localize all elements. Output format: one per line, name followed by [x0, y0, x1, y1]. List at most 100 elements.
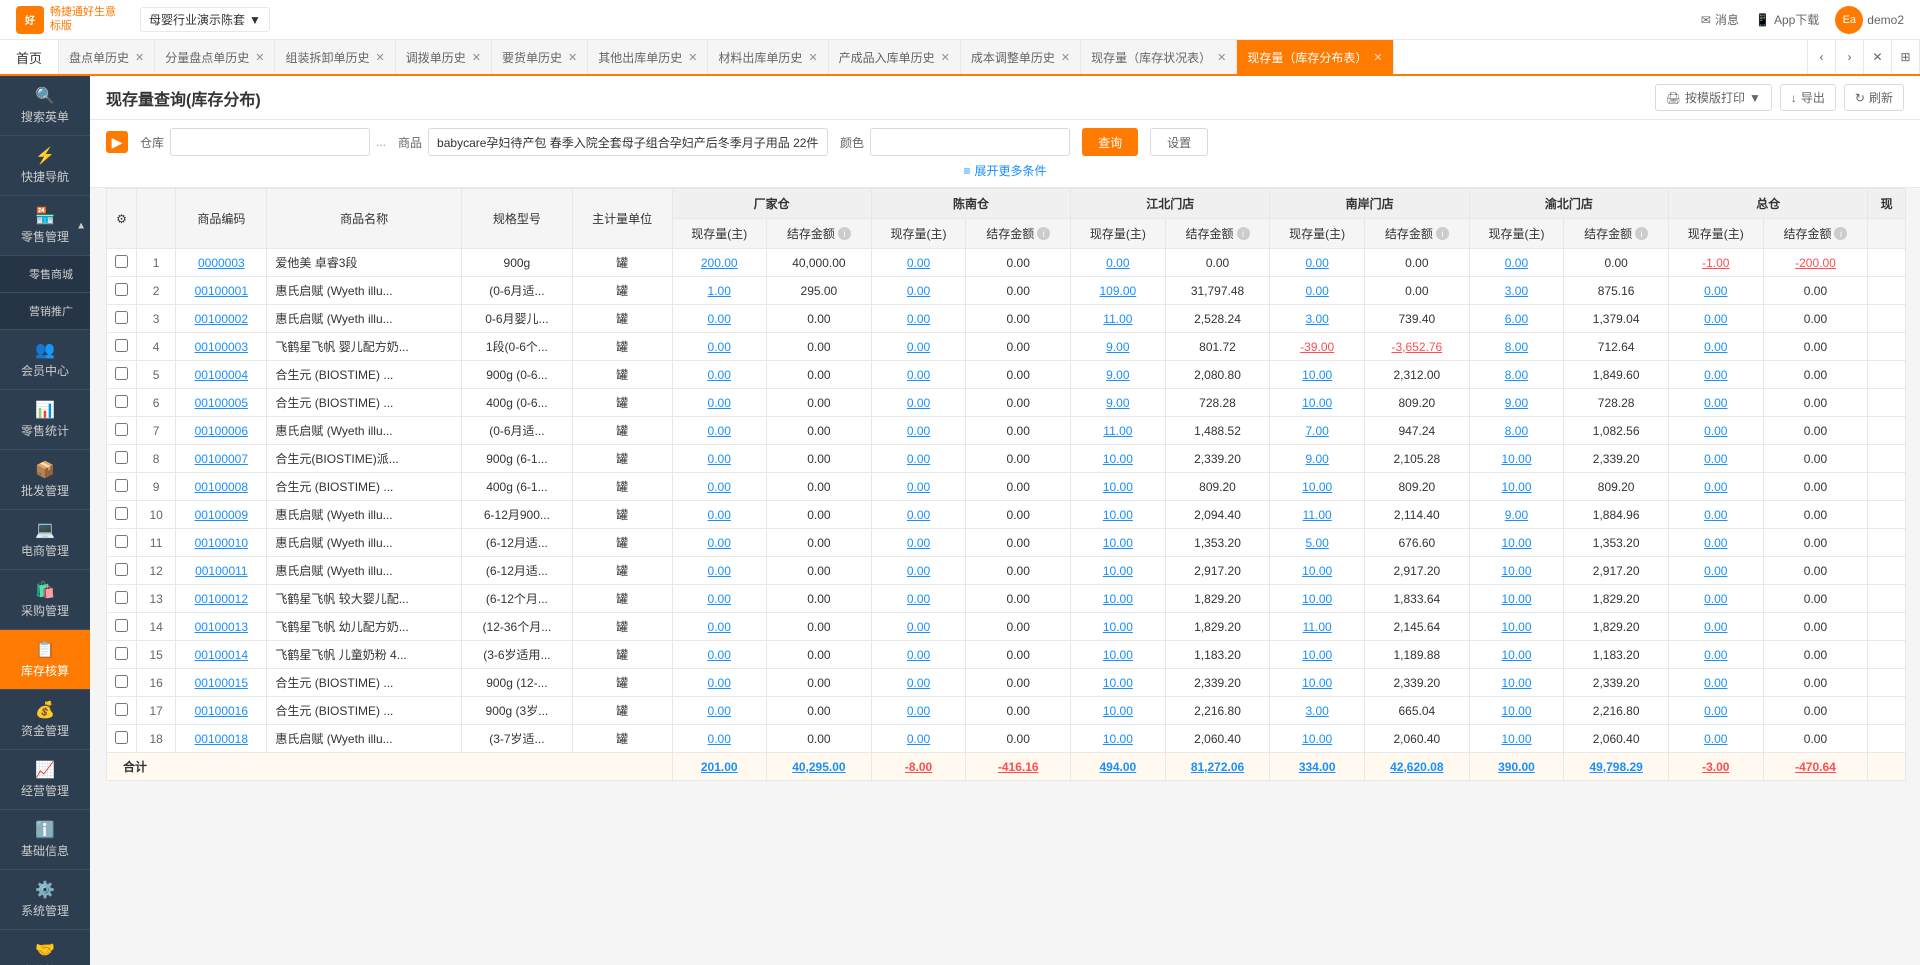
- tab-next-btn[interactable]: ›: [1836, 40, 1864, 75]
- row-chennan-qty-18[interactable]: 0.00: [871, 725, 965, 753]
- row-factory-qty-17[interactable]: 0.00: [672, 697, 766, 725]
- sidebar-item-purchase[interactable]: 🛍️ 采购管理: [0, 570, 90, 630]
- row-code-18[interactable]: 00100018: [176, 725, 267, 753]
- tab-close-btn[interactable]: ✕: [1864, 40, 1892, 75]
- row-total-qty-17[interactable]: 0.00: [1669, 697, 1763, 725]
- row-total-qty-11[interactable]: 0.00: [1669, 529, 1763, 557]
- row-yuubei-qty-3[interactable]: 6.00: [1469, 305, 1563, 333]
- row-factory-qty-14[interactable]: 0.00: [672, 613, 766, 641]
- row-chennan-qty-6[interactable]: 0.00: [871, 389, 965, 417]
- row-chennan-qty-16[interactable]: 0.00: [871, 669, 965, 697]
- row-checkbox-5[interactable]: [107, 361, 137, 389]
- settings-col-header[interactable]: ⚙: [107, 189, 137, 249]
- row-code-5[interactable]: 00100004: [176, 361, 267, 389]
- row-factory-qty-11[interactable]: 0.00: [672, 529, 766, 557]
- row-jiangbei-qty-10[interactable]: 10.00: [1071, 501, 1165, 529]
- row-yuubei-qty-9[interactable]: 10.00: [1469, 473, 1563, 501]
- sidebar-item-marketing[interactable]: 营销推广: [0, 293, 90, 330]
- tab-item-8[interactable]: 产成品入库单历史 ✕: [829, 40, 961, 75]
- row-code-6[interactable]: 00100005: [176, 389, 267, 417]
- tab-item-3[interactable]: 组装拆卸单历史 ✕: [275, 40, 395, 75]
- color-input[interactable]: [870, 128, 1070, 156]
- row-chennan-qty-15[interactable]: 0.00: [871, 641, 965, 669]
- summary-factory-amt[interactable]: 40,295.00: [766, 753, 871, 781]
- refresh-button[interactable]: ↻ 刷新: [1844, 84, 1904, 111]
- sidebar-item-basic[interactable]: ℹ️ 基础信息: [0, 810, 90, 870]
- row-chennan-qty-3[interactable]: 0.00: [871, 305, 965, 333]
- tab-item-2[interactable]: 分量盘点单历史 ✕: [155, 40, 275, 75]
- row-nanqi-qty-6[interactable]: 10.00: [1270, 389, 1364, 417]
- export-button[interactable]: ↓ 导出: [1780, 84, 1836, 111]
- row-code-13[interactable]: 00100012: [176, 585, 267, 613]
- user-area[interactable]: Ea demo2: [1835, 6, 1904, 34]
- row-total-qty-10[interactable]: 0.00: [1669, 501, 1763, 529]
- filter-more[interactable]: ≡ 展开更多条件: [106, 162, 1904, 179]
- row-code-11[interactable]: 00100010: [176, 529, 267, 557]
- row-yuubei-qty-12[interactable]: 10.00: [1469, 557, 1563, 585]
- warehouse-input[interactable]: [170, 128, 370, 156]
- product-input[interactable]: [428, 128, 828, 156]
- summary-yuubei-amt[interactable]: 49,798.29: [1564, 753, 1669, 781]
- row-checkbox-13[interactable]: [107, 585, 137, 613]
- row-checkbox-4[interactable]: [107, 333, 137, 361]
- summary-yuubei-qty[interactable]: 390.00: [1469, 753, 1563, 781]
- row-total-qty-6[interactable]: 0.00: [1669, 389, 1763, 417]
- row-total-qty-14[interactable]: 0.00: [1669, 613, 1763, 641]
- row-nanqi-qty-16[interactable]: 10.00: [1270, 669, 1364, 697]
- row-chennan-qty-17[interactable]: 0.00: [871, 697, 965, 725]
- row-jiangbei-qty-14[interactable]: 10.00: [1071, 613, 1165, 641]
- row-chennan-qty-5[interactable]: 0.00: [871, 361, 965, 389]
- summary-factory-qty[interactable]: 201.00: [672, 753, 766, 781]
- row-nanqi-qty-12[interactable]: 10.00: [1270, 557, 1364, 585]
- tab-home[interactable]: 首页: [0, 40, 59, 75]
- row-factory-qty-2[interactable]: 1.00: [672, 277, 766, 305]
- row-jiangbei-qty-9[interactable]: 10.00: [1071, 473, 1165, 501]
- row-yuubei-qty-7[interactable]: 8.00: [1469, 417, 1563, 445]
- row-total-qty-7[interactable]: 0.00: [1669, 417, 1763, 445]
- tab-item-11[interactable]: 现存量（库存分布表） ✕: [1237, 40, 1393, 75]
- row-total-qty-18[interactable]: 0.00: [1669, 725, 1763, 753]
- row-code-14[interactable]: 00100013: [176, 613, 267, 641]
- row-nanqi-qty-18[interactable]: 10.00: [1270, 725, 1364, 753]
- row-nanqi-qty-11[interactable]: 5.00: [1270, 529, 1364, 557]
- sidebar-item-member[interactable]: 👥 会员中心: [0, 330, 90, 390]
- row-checkbox-9[interactable]: [107, 473, 137, 501]
- row-factory-qty-4[interactable]: 0.00: [672, 333, 766, 361]
- close-tab-7[interactable]: ✕: [808, 51, 817, 64]
- row-factory-qty-7[interactable]: 0.00: [672, 417, 766, 445]
- yuubei-amt-info[interactable]: i: [1635, 227, 1648, 240]
- row-nanqi-qty-4[interactable]: -39.00: [1270, 333, 1364, 361]
- row-yuubei-qty-5[interactable]: 8.00: [1469, 361, 1563, 389]
- row-total-qty-5[interactable]: 0.00: [1669, 361, 1763, 389]
- row-nanqi-qty-1[interactable]: 0.00: [1270, 249, 1364, 277]
- row-total-qty-1[interactable]: -1.00: [1669, 249, 1763, 277]
- print-button[interactable]: 🖨 按模版打印 ▼: [1655, 84, 1772, 111]
- row-total-qty-13[interactable]: 0.00: [1669, 585, 1763, 613]
- summary-chennan-qty[interactable]: -8.00: [871, 753, 965, 781]
- row-yuubei-qty-2[interactable]: 3.00: [1469, 277, 1563, 305]
- sidebar-item-operations[interactable]: 📈 经营管理: [0, 750, 90, 810]
- row-jiangbei-qty-6[interactable]: 9.00: [1071, 389, 1165, 417]
- row-yuubei-qty-6[interactable]: 9.00: [1469, 389, 1563, 417]
- row-jiangbei-qty-4[interactable]: 9.00: [1071, 333, 1165, 361]
- query-button[interactable]: 查询: [1082, 128, 1138, 156]
- summary-total-amt[interactable]: -470.64: [1763, 753, 1868, 781]
- summary-nanqi-amt[interactable]: 42,620.08: [1364, 753, 1469, 781]
- sidebar-item-quicknav[interactable]: ⚡ 快捷导航: [0, 136, 90, 196]
- factory-amt-info[interactable]: i: [838, 227, 851, 240]
- row-factory-qty-1[interactable]: 200.00: [672, 249, 766, 277]
- tab-item-5[interactable]: 要货单历史 ✕: [492, 40, 588, 75]
- sidebar-item-finance[interactable]: 💰 资金管理: [0, 690, 90, 750]
- row-code-1[interactable]: 0000003: [176, 249, 267, 277]
- settings-button[interactable]: 设置: [1150, 128, 1208, 156]
- row-chennan-qty-12[interactable]: 0.00: [871, 557, 965, 585]
- close-tab-10[interactable]: ✕: [1217, 51, 1226, 64]
- row-factory-qty-9[interactable]: 0.00: [672, 473, 766, 501]
- row-jiangbei-qty-17[interactable]: 10.00: [1071, 697, 1165, 725]
- row-nanqi-qty-7[interactable]: 7.00: [1270, 417, 1364, 445]
- row-factory-qty-13[interactable]: 0.00: [672, 585, 766, 613]
- row-total-qty-2[interactable]: 0.00: [1669, 277, 1763, 305]
- row-nanqi-qty-2[interactable]: 0.00: [1270, 277, 1364, 305]
- sidebar-item-retail-stats[interactable]: 📊 零售统计: [0, 390, 90, 450]
- row-jiangbei-qty-16[interactable]: 10.00: [1071, 669, 1165, 697]
